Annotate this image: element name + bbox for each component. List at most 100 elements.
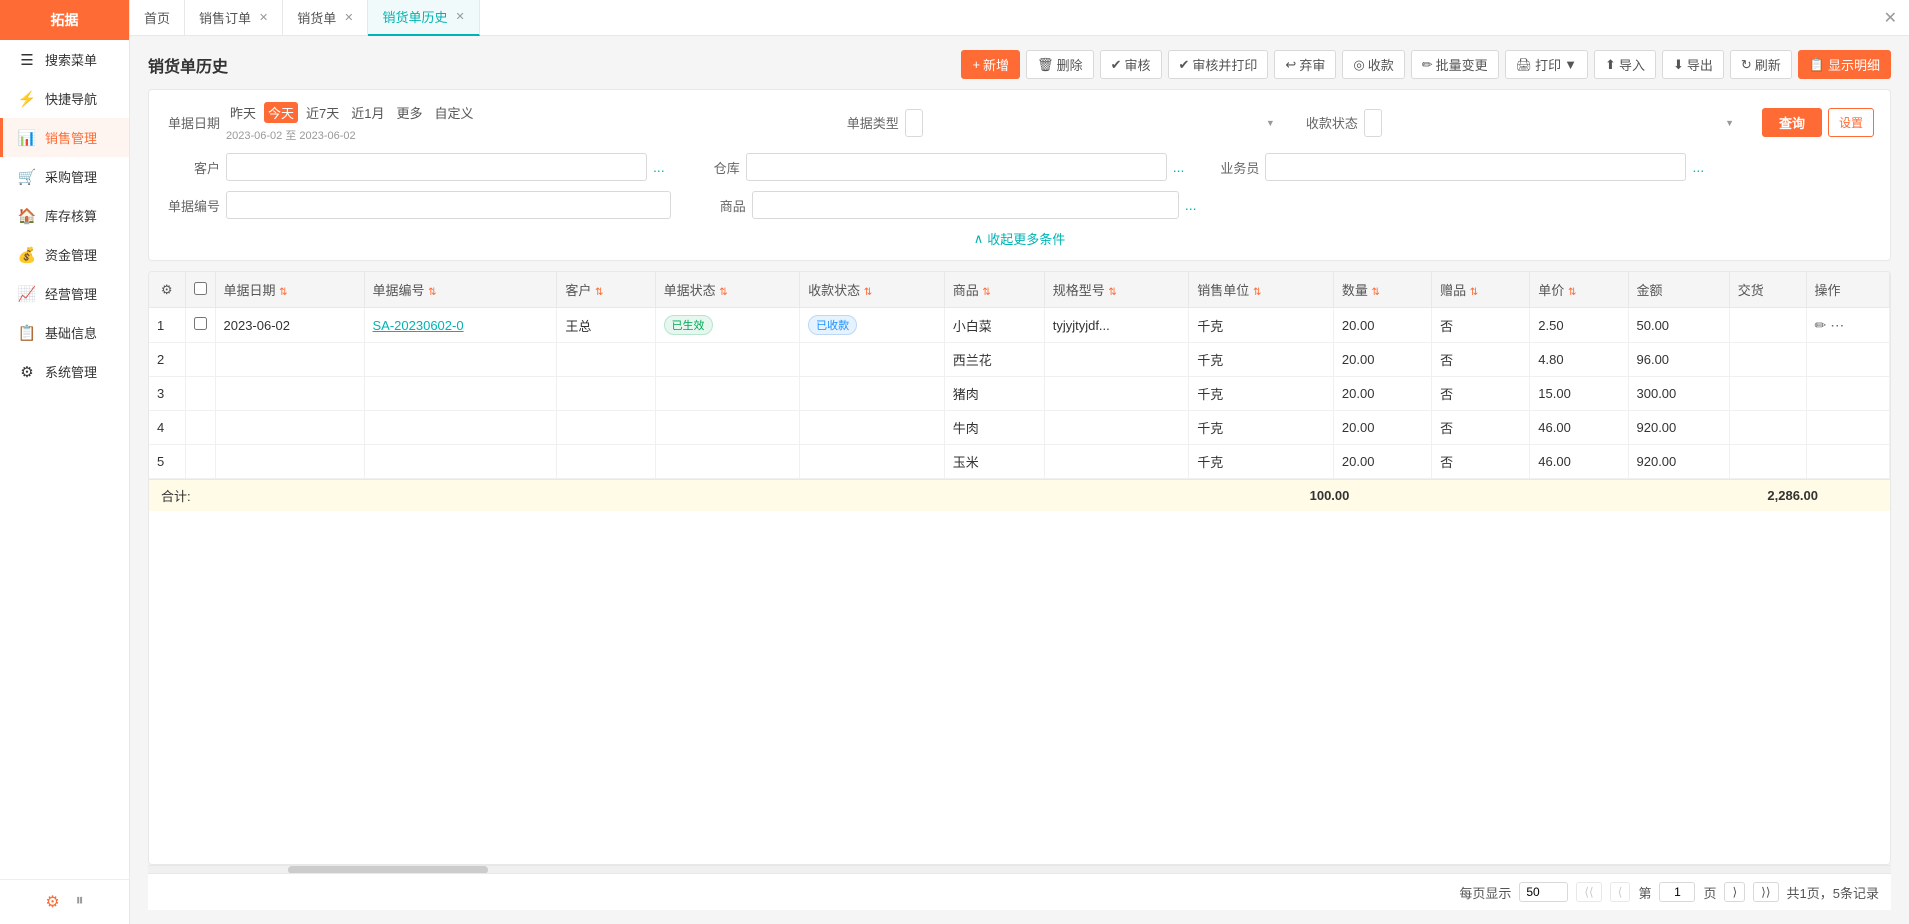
delete-button[interactable]: 🗑 删除 bbox=[1026, 50, 1094, 79]
filter-customer-input[interactable] bbox=[226, 153, 647, 181]
page-last-button[interactable]: ⟩⟩ bbox=[1753, 882, 1778, 902]
filter-payment-status-wrapper bbox=[1364, 109, 1742, 137]
cell-amount: 96.00 bbox=[1628, 343, 1729, 377]
col-spec[interactable]: 规格型号 ⇅ bbox=[1044, 272, 1189, 308]
filter-actions: 查询 设置 bbox=[1762, 108, 1874, 137]
col-unit-price-sort: ⇅ bbox=[1568, 287, 1576, 298]
sidebar-item-quick-nav[interactable]: ⚡ 快捷导航 bbox=[0, 79, 129, 118]
tab-sales-history[interactable]: 销货单历史 ✕ bbox=[368, 0, 479, 36]
col-qty-sort: ⇅ bbox=[1372, 287, 1380, 298]
shortcut-1month[interactable]: 近1月 bbox=[347, 102, 388, 123]
page-first-button[interactable]: ⟨⟨ bbox=[1576, 882, 1601, 902]
tab-bar-close[interactable]: ✕ bbox=[1884, 8, 1909, 28]
sidebar-item-basic-info[interactable]: 📋 基础信息 bbox=[0, 313, 129, 352]
settings-button[interactable]: 设置 bbox=[1828, 108, 1874, 137]
col-doc-status[interactable]: 单据状态 ⇅ bbox=[655, 272, 800, 308]
filter-warehouse-input[interactable] bbox=[746, 153, 1167, 181]
sidebar-item-purchase-mgmt[interactable]: 🛒 采购管理 bbox=[0, 157, 129, 196]
col-doc-date[interactable]: 单据日期 ⇅ bbox=[215, 272, 364, 308]
col-qty[interactable]: 数量 ⇅ bbox=[1333, 272, 1431, 308]
row-checkbox[interactable] bbox=[194, 317, 207, 330]
export-button[interactable]: ⬇ 导出 bbox=[1662, 50, 1724, 79]
cell-unit-price: 4.80 bbox=[1530, 343, 1628, 377]
filter-warehouse-dots[interactable]: ... bbox=[1173, 159, 1185, 175]
page-input[interactable] bbox=[1659, 882, 1695, 902]
collapse-row[interactable]: ∧ 收起更多条件 bbox=[165, 229, 1874, 248]
cell-spec: tyjyjtyjdf... bbox=[1044, 308, 1189, 343]
refresh-button[interactable]: ↻ 刷新 bbox=[1730, 50, 1792, 79]
sidebar-item-search-menu[interactable]: ☰ 搜索菜单 bbox=[0, 40, 129, 79]
collect-button[interactable]: ◎ 收款 bbox=[1342, 50, 1404, 79]
cell-qty: 20.00 bbox=[1333, 411, 1431, 445]
more-icon[interactable]: ⋯ bbox=[1830, 317, 1844, 334]
tab-sales-goods[interactable]: 销货单 ✕ bbox=[283, 0, 368, 36]
filter-salesperson-input[interactable] bbox=[1265, 153, 1686, 181]
show-detail-button[interactable]: 📋 显示明细 bbox=[1798, 50, 1891, 79]
col-unit[interactable]: 销售单位 ⇅ bbox=[1189, 272, 1334, 308]
sidebar-item-label: 销售管理 bbox=[45, 128, 97, 147]
page-next-button[interactable]: ⟩ bbox=[1724, 882, 1745, 902]
import-button[interactable]: ⬆ 导入 bbox=[1594, 50, 1656, 79]
col-customer[interactable]: 客户 ⇅ bbox=[557, 272, 655, 308]
page-prev-button[interactable]: ⟨ bbox=[1610, 882, 1631, 902]
sales-mgmt-icon: 📊 bbox=[17, 129, 37, 147]
col-unit-price[interactable]: 单价 ⇅ bbox=[1530, 272, 1628, 308]
cell-payment-status bbox=[800, 411, 945, 445]
shortcut-today[interactable]: 今天 bbox=[264, 102, 298, 123]
tab-home[interactable]: 首页 bbox=[130, 0, 185, 36]
data-table: ⚙ 单据日期 ⇅ 单据编号 ⇅ bbox=[149, 272, 1890, 479]
doc-no-link[interactable]: SA-20230602-0 bbox=[373, 318, 464, 333]
sidebar: 拓据 ☰ 搜索菜单 ⚡ 快捷导航 📊 销售管理 🛒 采购管理 🏠 库存核算 💰 … bbox=[0, 0, 130, 924]
tab-sales-order[interactable]: 销售订单 ✕ bbox=[185, 0, 283, 36]
col-doc-no[interactable]: 单据编号 ⇅ bbox=[364, 272, 557, 308]
shortcut-custom[interactable]: 自定义 bbox=[431, 102, 478, 123]
filter-row-2: 客户 ... 仓库 ... 业务员 ... bbox=[165, 153, 1874, 181]
batch-change-button[interactable]: ✏ 批量变更 bbox=[1411, 50, 1499, 79]
tab-sales-history-close[interactable]: ✕ bbox=[456, 10, 465, 23]
add-button[interactable]: + 新增 bbox=[961, 50, 1020, 79]
cell-doc-no: SA-20230602-0 bbox=[364, 308, 557, 343]
audit-button[interactable]: ✔ 审核 bbox=[1100, 50, 1162, 79]
sidebar-item-inventory[interactable]: 🏠 库存核算 bbox=[0, 196, 129, 235]
sidebar-item-capital-mgmt[interactable]: 💰 资金管理 bbox=[0, 235, 129, 274]
col-gift-sort: ⇅ bbox=[1470, 287, 1478, 298]
shortcut-yesterday[interactable]: 昨天 bbox=[226, 102, 260, 123]
query-button[interactable]: 查询 bbox=[1762, 108, 1822, 137]
tab-sales-order-close[interactable]: ✕ bbox=[259, 11, 268, 24]
horizontal-scrollbar[interactable] bbox=[148, 865, 1891, 873]
col-gear[interactable]: ⚙ bbox=[149, 272, 185, 308]
date-shortcuts: 昨天 今天 近7天 近1月 更多 自定义 bbox=[226, 102, 824, 123]
cell-customer bbox=[557, 411, 655, 445]
cell-unit: 千克 bbox=[1189, 377, 1334, 411]
sidebar-settings-icon[interactable]: ⚙ bbox=[45, 892, 59, 912]
filter-goods-dots[interactable]: ... bbox=[1185, 197, 1197, 213]
col-gift[interactable]: 赠品 ⇅ bbox=[1432, 272, 1530, 308]
filter-salesperson-dots[interactable]: ... bbox=[1692, 159, 1704, 175]
filter-goods-input[interactable] bbox=[752, 191, 1179, 219]
select-all-checkbox[interactable] bbox=[194, 282, 207, 295]
sidebar-item-system-mgmt[interactable]: ⚙ 系统管理 bbox=[0, 352, 129, 391]
filter-docno-input[interactable] bbox=[226, 191, 671, 219]
sidebar-collapse-icon[interactable]: ⏸ bbox=[76, 892, 84, 912]
abandon-button[interactable]: ↩ 弃审 bbox=[1274, 50, 1336, 79]
filter-doc-type-label: 单据类型 bbox=[844, 113, 899, 132]
filter-customer-item: 客户 ... bbox=[165, 153, 665, 181]
sidebar-item-sales-mgmt[interactable]: 📊 销售管理 bbox=[0, 118, 129, 157]
filter-customer-dots[interactable]: ... bbox=[653, 159, 665, 175]
shortcut-7days[interactable]: 近7天 bbox=[302, 102, 343, 123]
col-unit-price-label: 单价 bbox=[1538, 283, 1564, 298]
col-payment-status[interactable]: 收款状态 ⇅ bbox=[800, 272, 945, 308]
print-button[interactable]: 🖨 打印 ▼ bbox=[1505, 50, 1588, 79]
edit-icon[interactable]: ✏ bbox=[1815, 317, 1827, 334]
shortcut-more[interactable]: 更多 bbox=[393, 102, 427, 123]
table-header-row: ⚙ 单据日期 ⇅ 单据编号 ⇅ bbox=[149, 272, 1890, 308]
filter-row-1: 单据日期 昨天 今天 近7天 近1月 更多 自定义 2023-06-02 至 2… bbox=[165, 102, 1874, 143]
col-goods[interactable]: 商品 ⇅ bbox=[944, 272, 1044, 308]
sidebar-item-operation-mgmt[interactable]: 📈 经营管理 bbox=[0, 274, 129, 313]
filter-payment-status-select[interactable] bbox=[1364, 109, 1382, 137]
footer-total-amount: 2,286.00 bbox=[1758, 488, 1878, 503]
page-size-select[interactable]: 50 100 bbox=[1519, 882, 1568, 902]
filter-doc-type-select[interactable] bbox=[905, 109, 923, 137]
audit-print-button[interactable]: ✔ 审核并打印 bbox=[1168, 50, 1269, 79]
tab-sales-goods-close[interactable]: ✕ bbox=[344, 11, 353, 24]
